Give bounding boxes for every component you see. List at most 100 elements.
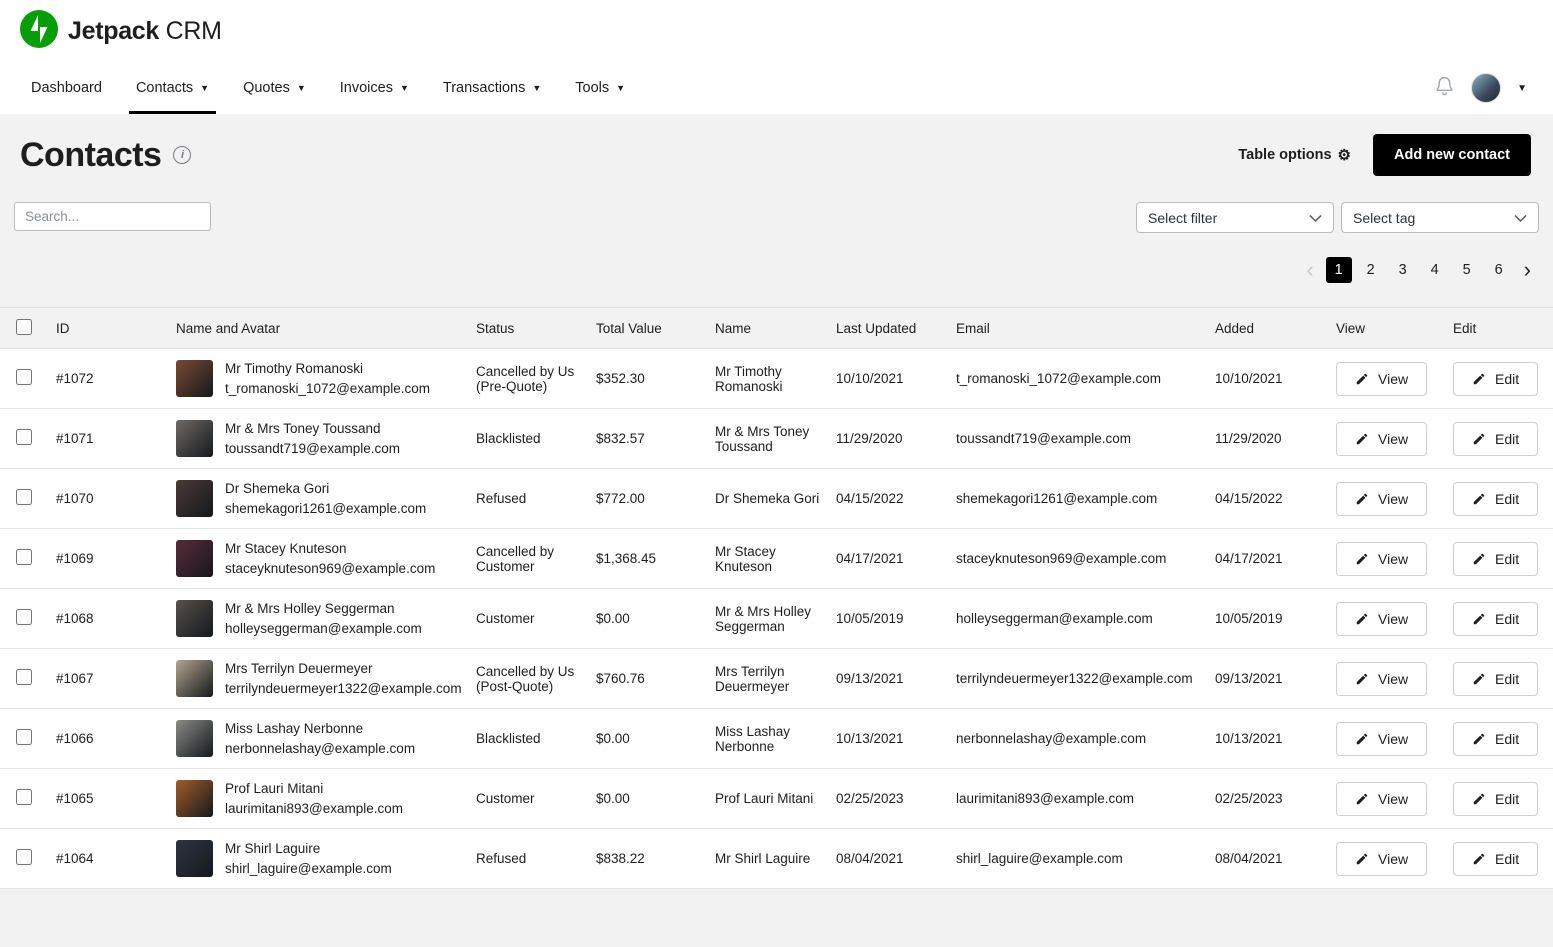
row-checkbox[interactable] [16, 429, 32, 445]
contact-name[interactable]: Mr Stacey Knuteson [225, 539, 435, 559]
nav-item-contacts[interactable]: Contacts ▼ [119, 62, 226, 114]
pagination-prev-icon[interactable]: ‹ [1300, 259, 1319, 281]
bell-icon[interactable] [1434, 75, 1455, 101]
edit-button[interactable]: Edit [1453, 842, 1538, 876]
column-header-added: Added [1215, 321, 1336, 336]
account-chevron-down-icon[interactable]: ▼ [1517, 83, 1527, 94]
edit-button[interactable]: Edit [1453, 422, 1538, 456]
row-checkbox[interactable] [16, 549, 32, 565]
row-checkbox[interactable] [16, 609, 32, 625]
view-button[interactable]: View [1336, 362, 1427, 396]
view-button[interactable]: View [1336, 602, 1427, 636]
edit-button[interactable]: Edit [1453, 722, 1538, 756]
row-checkbox[interactable] [16, 669, 32, 685]
view-button[interactable]: View [1336, 482, 1427, 516]
contact-name[interactable]: Mrs Terrilyn Deuermeyer [225, 659, 462, 679]
edit-cell: Edit [1453, 782, 1553, 816]
pencil-icon [1472, 552, 1486, 566]
edit-button[interactable]: Edit [1453, 482, 1538, 516]
search-input[interactable] [14, 202, 211, 231]
edit-button[interactable]: Edit [1453, 782, 1538, 816]
view-cell: View [1336, 422, 1453, 456]
contact-email[interactable]: holleyseggerman@example.com [225, 619, 422, 639]
contact-avatar [176, 360, 213, 397]
edit-button[interactable]: Edit [1453, 662, 1538, 696]
pagination-page-2[interactable]: 2 [1358, 257, 1384, 283]
contact-name[interactable]: Prof Lauri Mitani [225, 779, 403, 799]
pagination-next-icon[interactable]: › [1518, 259, 1537, 281]
contact-id: #1072 [56, 371, 176, 386]
contact-name[interactable]: Mr & Mrs Toney Toussand [225, 419, 400, 439]
edit-button[interactable]: Edit [1453, 542, 1538, 576]
edit-button-label: Edit [1495, 491, 1519, 507]
contact-email[interactable]: terrilyndeuermeyer1322@example.com [225, 679, 462, 699]
nav-item-quotes[interactable]: Quotes ▼ [226, 62, 323, 114]
contact-email[interactable]: toussandt719@example.com [225, 439, 400, 459]
nav-item-transactions[interactable]: Transactions ▼ [426, 62, 558, 114]
row-checkbox[interactable] [16, 369, 32, 385]
contact-total-value: $1,368.45 [596, 551, 715, 566]
contact-email[interactable]: t_romanoski_1072@example.com [225, 379, 430, 399]
contact-email[interactable]: staceyknuteson969@example.com [225, 559, 435, 579]
info-icon[interactable]: i [173, 146, 191, 164]
contact-avatar [176, 480, 213, 517]
view-button[interactable]: View [1336, 422, 1427, 456]
view-button[interactable]: View [1336, 542, 1427, 576]
contact-name[interactable]: Mr Shirl Laguire [225, 839, 392, 859]
edit-button[interactable]: Edit [1453, 362, 1538, 396]
pencil-icon [1355, 492, 1369, 506]
view-button[interactable]: View [1336, 662, 1427, 696]
page-header: Contacts i Table options ⚙ Add new conta… [0, 114, 1553, 194]
view-button[interactable]: View [1336, 842, 1427, 876]
contact-name[interactable]: Miss Lashay Nerbonne [225, 719, 415, 739]
caret-down-icon: ▼ [200, 83, 209, 93]
nav-item-tools[interactable]: Tools ▼ [558, 62, 642, 114]
pencil-icon [1472, 492, 1486, 506]
row-checkbox[interactable] [16, 789, 32, 805]
contact-total-value: $838.22 [596, 851, 715, 866]
view-button[interactable]: View [1336, 782, 1427, 816]
contact-email[interactable]: shirl_laguire@example.com [225, 859, 392, 879]
contact-last-updated: 10/05/2019 [836, 611, 956, 626]
contact-last-updated: 04/17/2021 [836, 551, 956, 566]
contact-last-updated: 08/04/2021 [836, 851, 956, 866]
select-all-checkbox[interactable] [16, 319, 32, 335]
table-options-button[interactable]: Table options ⚙ [1238, 146, 1351, 164]
pagination-page-5[interactable]: 5 [1454, 257, 1480, 283]
pagination-page-6[interactable]: 6 [1486, 257, 1512, 283]
contact-email[interactable]: shemekagori1261@example.com [225, 499, 426, 519]
column-header-id: ID [56, 321, 176, 336]
nav-item-invoices[interactable]: Invoices ▼ [323, 62, 426, 114]
table-row: #1071 Mr & Mrs Toney Toussand toussandt7… [0, 409, 1553, 469]
view-cell: View [1336, 842, 1453, 876]
contact-avatar [176, 720, 213, 757]
contact-email-plain: laurimitani893@example.com [956, 791, 1215, 806]
contact-name-plain: Miss Lashay Nerbonne [715, 724, 836, 754]
edit-button[interactable]: Edit [1453, 602, 1538, 636]
pencil-icon [1472, 732, 1486, 746]
select-filter-dropdown[interactable]: Select filter [1136, 202, 1334, 233]
app-logo[interactable]: Jetpack CRM [20, 10, 222, 53]
column-header-name: Name [715, 321, 836, 336]
contact-name[interactable]: Dr Shemeka Gori [225, 479, 426, 499]
table-options-label: Table options [1238, 147, 1331, 163]
contact-name[interactable]: Mr Timothy Romanoski [225, 359, 430, 379]
row-checkbox[interactable] [16, 729, 32, 745]
user-avatar[interactable] [1471, 73, 1501, 103]
contact-name[interactable]: Mr & Mrs Holley Seggerman [225, 599, 422, 619]
contact-name-plain: Mr & Mrs Holley Seggerman [715, 604, 836, 634]
contact-email[interactable]: nerbonnelashay@example.com [225, 739, 415, 759]
contact-email[interactable]: laurimitani893@example.com [225, 799, 403, 819]
pencil-icon [1355, 432, 1369, 446]
nav-label: Dashboard [31, 80, 102, 96]
pagination-page-1[interactable]: 1 [1326, 257, 1352, 283]
nav-item-dashboard[interactable]: Dashboard [14, 62, 119, 114]
add-new-contact-button[interactable]: Add new contact [1373, 134, 1531, 176]
pagination-page-4[interactable]: 4 [1422, 257, 1448, 283]
pagination-page-3[interactable]: 3 [1390, 257, 1416, 283]
select-tag-dropdown[interactable]: Select tag [1341, 202, 1539, 233]
view-button-label: View [1378, 731, 1408, 747]
row-checkbox[interactable] [16, 489, 32, 505]
view-button[interactable]: View [1336, 722, 1427, 756]
row-checkbox[interactable] [16, 849, 32, 865]
